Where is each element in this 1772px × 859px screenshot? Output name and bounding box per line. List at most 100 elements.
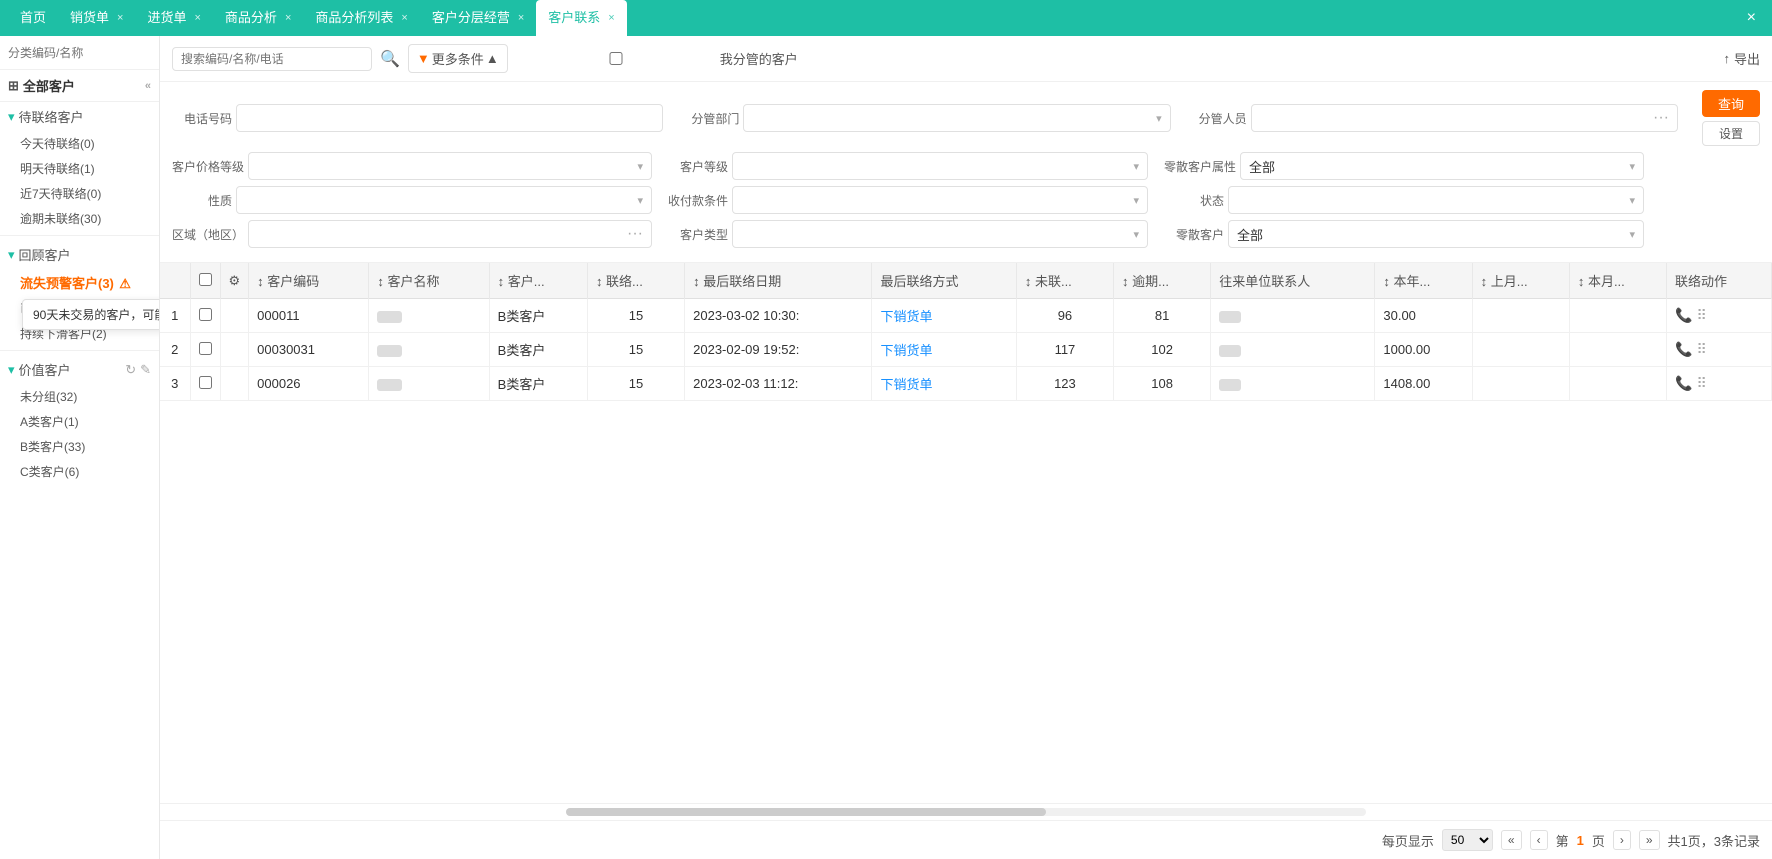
customer-name-blurred <box>377 345 401 357</box>
phone-input[interactable] <box>236 104 663 132</box>
nav-product-list[interactable]: 商品分析列表 × <box>303 0 419 36</box>
select-all-checkbox[interactable] <box>199 273 212 286</box>
th-last-month: ↕ 上月... <box>1472 263 1569 299</box>
row-checkbox[interactable] <box>199 376 212 389</box>
filter-customer-level: 客户等级 ▾ <box>668 152 1148 180</box>
close-customer-tier-tab[interactable]: × <box>518 0 524 36</box>
sidebar-item-classC[interactable]: C类客户(6) <box>0 459 159 484</box>
nav-purchase[interactable]: 进货单 × <box>135 0 212 36</box>
row-checkbox[interactable] <box>199 308 212 321</box>
customer-level-select[interactable]: ▾ <box>732 152 1148 180</box>
manager-select[interactable]: ··· <box>1251 104 1678 132</box>
region-dots-icon[interactable]: ··· <box>627 225 643 243</box>
price-level-label: 客户价格等级 <box>172 158 244 175</box>
close-customer-contact-tab[interactable]: × <box>608 0 614 36</box>
sidebar-item-tomorrow[interactable]: 明天待联络(1) <box>0 156 159 181</box>
payment-select[interactable]: ▾ <box>732 186 1148 214</box>
sidebar-item-classA[interactable]: A类客户(1) <box>0 409 159 434</box>
sidebar-item-today[interactable]: 今天待联络(0) <box>0 131 159 156</box>
close-window-btn[interactable]: × <box>1739 9 1764 27</box>
nav-sales[interactable]: 销货单 × <box>58 0 135 36</box>
cell-this-year: 1408.00 <box>1375 367 1472 401</box>
current-page: 1 <box>1577 833 1584 848</box>
close-product-analysis-tab[interactable]: × <box>285 0 291 36</box>
cell-this-year: 30.00 <box>1375 299 1472 333</box>
warning-icon: ⚠ <box>119 276 131 291</box>
edit-icon[interactable]: ✎ <box>140 362 151 378</box>
sidebar-group-pending[interactable]: ▾ 待联络客户 <box>0 102 159 131</box>
sidebar-group-review[interactable]: ▾ 回顾客户 <box>0 240 159 269</box>
row-checkbox[interactable] <box>199 342 212 355</box>
more-action-icon[interactable]: ⠿ <box>1696 341 1706 358</box>
cell-last-method: 下销货单 <box>872 333 1016 367</box>
sidebar-all-customers[interactable]: ⊞ 全部客户 « <box>0 70 159 102</box>
cell-last-date: 2023-02-09 19:52: <box>685 333 872 367</box>
nature-select[interactable]: ▾ <box>236 186 652 214</box>
my-customers-checkbox[interactable] <box>516 52 716 65</box>
manager-label: 分管人员 <box>1187 110 1247 127</box>
setting-button[interactable]: 设置 <box>1702 121 1760 146</box>
cell-code: 000011 <box>249 299 369 333</box>
cell-checkbox <box>190 299 220 333</box>
manager-dots-icon[interactable]: ··· <box>1653 109 1669 127</box>
collapse-sidebar-btn[interactable]: « <box>145 80 151 92</box>
table-area: ⚙ ↕ 客户编码 ↕ 客户名称 ↕ 客户... ↕ 联络... <box>160 263 1772 803</box>
dept-select[interactable]: ▾ <box>743 104 1170 132</box>
filter-customer-type: 客户类型 ▾ <box>668 220 1148 248</box>
advanced-filter-panel: 电话号码 分管部门 ▾ 分管人员 ··· <box>160 82 1772 263</box>
per-page-select[interactable]: 50 100 200 <box>1442 829 1493 851</box>
first-page-btn[interactable]: « <box>1501 830 1522 850</box>
phone-action-icon[interactable]: 📞 <box>1675 341 1692 358</box>
cell-code: 00030031 <box>249 333 369 367</box>
region-select[interactable]: ··· <box>248 220 652 248</box>
payment-label: 收付款条件 <box>668 192 728 209</box>
horizontal-scrollbar[interactable] <box>160 803 1772 820</box>
close-product-list-tab[interactable]: × <box>401 0 407 36</box>
nav-product-analysis[interactable]: 商品分析 × <box>213 0 303 36</box>
sidebar-group-value[interactable]: ▾ 价值客户 ↻ ✎ <box>0 355 159 384</box>
nav-customer-contact[interactable]: 客户联系 × <box>536 0 626 36</box>
more-action-icon[interactable]: ⠿ <box>1696 375 1706 392</box>
sidebar-item-ungrouped[interactable]: 未分组(32) <box>0 384 159 409</box>
sidebar-item-7days[interactable]: 近7天待联络(0) <box>0 181 159 206</box>
price-level-select[interactable]: ▾ <box>248 152 652 180</box>
cell-last-date: 2023-03-02 10:30: <box>685 299 872 333</box>
cell-empty <box>220 367 249 401</box>
filter-row-3: 性质 ▾ 收付款条件 ▾ 状态 <box>172 186 1760 214</box>
sidebar-item-overdue[interactable]: 逾期未联络(30) <box>0 206 159 231</box>
phone-action-icon[interactable]: 📞 <box>1675 307 1692 324</box>
nav-customer-tier[interactable]: 客户分层经营 × <box>420 0 536 36</box>
sidebar-search-input[interactable] <box>8 46 160 60</box>
status-select[interactable]: ▾ <box>1228 186 1644 214</box>
more-conditions-btn[interactable]: ▼ 更多条件 ▲ <box>408 44 508 73</box>
customer-type-select[interactable]: ▾ <box>732 220 1148 248</box>
customer-level-arrow-icon: ▾ <box>1133 160 1139 173</box>
th-settings[interactable]: ⚙ <box>220 263 249 299</box>
sidebar-item-churn-warning[interactable]: 流失预警客户(3) ⚠ <box>0 269 159 296</box>
filter-phone: 电话号码 <box>172 104 663 132</box>
scrollbar-thumb[interactable] <box>566 808 1046 816</box>
page-label: 第 <box>1556 831 1569 850</box>
last-page-btn[interactable]: » <box>1639 830 1660 850</box>
my-customers-filter[interactable]: 我分管的客户 <box>516 49 798 68</box>
top-nav: 首页 销货单 × 进货单 × 商品分析 × 商品分析列表 × 客户分层经营 × … <box>0 0 1772 36</box>
prev-page-btn[interactable]: ‹ <box>1530 830 1548 850</box>
sidebar-item-classB[interactable]: B类客户(33) <box>0 434 159 459</box>
refresh-icon[interactable]: ↻ <box>125 362 136 378</box>
scatter-attr-select[interactable]: 全部 ▾ <box>1240 152 1644 180</box>
scatter-attr-arrow-icon: ▾ <box>1629 160 1635 173</box>
export-btn[interactable]: ↑ 导出 <box>1723 49 1760 68</box>
close-purchase-tab[interactable]: × <box>194 0 200 36</box>
query-button[interactable]: 查询 <box>1702 90 1760 117</box>
cell-name <box>369 299 489 333</box>
filter-scatter-attr: 零散客户属性 全部 ▾ <box>1164 152 1644 180</box>
next-page-btn[interactable]: › <box>1613 830 1631 850</box>
close-sales-tab[interactable]: × <box>117 0 123 36</box>
phone-action-icon[interactable]: 📞 <box>1675 375 1692 392</box>
search-button[interactable]: 🔍 <box>380 49 400 69</box>
search-input[interactable] <box>172 47 372 71</box>
nav-home[interactable]: 首页 <box>8 0 58 36</box>
more-action-icon[interactable]: ⠿ <box>1696 307 1706 324</box>
scatter-customer-select[interactable]: 全部 ▾ <box>1228 220 1644 248</box>
th-last-contact-date: ↕ 最后联络日期 <box>685 263 872 299</box>
